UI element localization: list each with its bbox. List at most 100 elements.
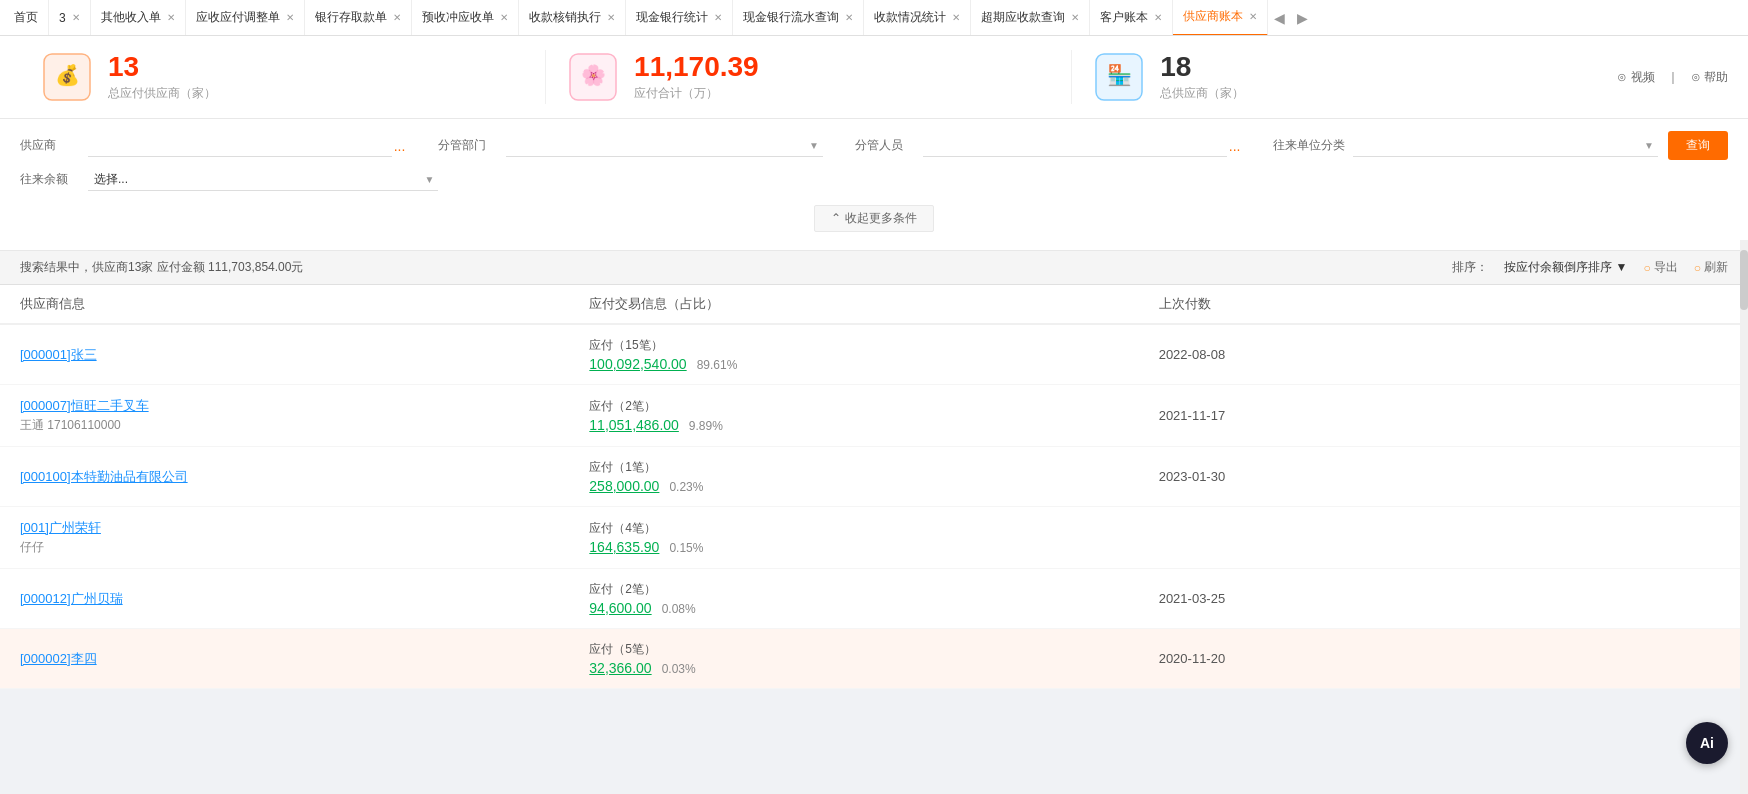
close-icon[interactable]: ✕ — [500, 12, 508, 23]
close-icon[interactable]: ✕ — [1249, 11, 1257, 22]
col-header-tx: 应付交易信息（占比） — [589, 295, 1158, 313]
table-row: [000012]广州贝瑞 应付（2笔） 94,600.00 0.08% 2021… — [0, 569, 1748, 629]
supplier-dots-icon[interactable]: ... — [394, 138, 406, 154]
nav-receipt-stats[interactable]: 收款情况统计 ✕ — [864, 0, 971, 36]
close-icon[interactable]: ✕ — [1071, 12, 1079, 23]
scrollbar-track — [1740, 240, 1748, 689]
last-pay-cell: 2022-08-08 — [1159, 347, 1728, 362]
tx-amount-row: 32,366.00 0.03% — [589, 658, 1158, 676]
supplier-info-cell: [000007]恒旺二手叉车 王通 17106110000 — [20, 397, 589, 434]
ap-supplier-count: 13 — [108, 53, 216, 81]
export-circle-icon: ○ — [1644, 261, 1651, 275]
collapse-btn-row: ⌃ 收起更多条件 — [20, 199, 1728, 238]
close-icon[interactable]: ✕ — [607, 12, 615, 23]
collapse-button[interactable]: ⌃ 收起更多条件 — [814, 205, 934, 232]
nav-cash-bank-flow[interactable]: 现金银行流水查询 ✕ — [733, 0, 864, 36]
col-header-lastpay: 上次付数 — [1159, 295, 1728, 313]
dept-select-wrapper: ▼ — [506, 134, 823, 157]
dept-select[interactable] — [506, 134, 823, 157]
tx-amount[interactable]: 258,000.00 — [589, 478, 659, 494]
table-row: [000002]李四 应付（5笔） 32,366.00 0.03% 2020-1… — [0, 629, 1748, 689]
category-select-wrapper: ▼ — [1353, 134, 1658, 157]
search-button[interactable]: 查询 — [1668, 131, 1728, 160]
ap-total-icon: 🌸 — [566, 50, 620, 104]
tx-info-cell: 应付（2笔） 11,051,486.00 9.89% — [589, 398, 1158, 433]
close-icon[interactable]: ✕ — [167, 12, 175, 23]
person-input[interactable] — [923, 134, 1227, 157]
nav-prepay-offset[interactable]: 预收冲应收单 ✕ — [412, 0, 519, 36]
nav-bank-deposit-label: 银行存取款单 — [315, 9, 387, 26]
close-icon[interactable]: ✕ — [72, 12, 80, 23]
tx-percent: 9.89% — [689, 419, 723, 433]
nav-other-income[interactable]: 其他收入单 ✕ — [91, 0, 186, 36]
tx-label: 应付（15笔） — [589, 337, 1158, 354]
nav-ar-ap-adjust-label: 应收应付调整单 — [196, 9, 280, 26]
supplier-link[interactable]: [000100]本特勤油品有限公司 — [20, 468, 589, 486]
refresh-button[interactable]: ○ 刷新 — [1694, 259, 1728, 276]
supplier-input[interactable] — [88, 134, 392, 157]
tx-amount[interactable]: 94,600.00 — [589, 600, 651, 616]
tx-info-cell: 应付（15笔） 100,092,540.00 89.61% — [589, 337, 1158, 372]
tx-percent: 0.08% — [662, 602, 696, 616]
supplier-link[interactable]: [000012]广州贝瑞 — [20, 590, 589, 608]
supplier-link[interactable]: [001]广州荣轩 — [20, 519, 589, 537]
total-supplier-label: 总供应商（家） — [1160, 85, 1244, 102]
nav-right-arrow[interactable]: ▶ — [1291, 0, 1314, 36]
close-icon[interactable]: ✕ — [393, 12, 401, 23]
supplier-link[interactable]: [000007]恒旺二手叉车 — [20, 397, 589, 415]
close-icon[interactable]: ✕ — [952, 12, 960, 23]
table-header: 供应商信息 应付交易信息（占比） 上次付数 — [0, 285, 1748, 325]
stat-links: ⊙ 视频 ｜ ⊙ 帮助 — [1597, 69, 1728, 86]
last-pay-cell: 2020-11-20 — [1159, 651, 1728, 666]
nav-other-income-label: 其他收入单 — [101, 9, 161, 26]
tx-amount[interactable]: 164,635.90 — [589, 539, 659, 555]
supplier-link[interactable]: [000001]张三 — [20, 346, 589, 364]
table-row: [000100]本特勤油品有限公司 应付（1笔） 258,000.00 0.23… — [0, 447, 1748, 507]
nav-bank-deposit[interactable]: 银行存取款单 ✕ — [305, 0, 412, 36]
nav-customer-ledger[interactable]: 客户账本 ✕ — [1090, 0, 1173, 36]
supplier-info-cell: [001]广州荣轩 仔仔 — [20, 519, 589, 556]
nav-customer-ledger-label: 客户账本 — [1100, 9, 1148, 26]
tx-amount[interactable]: 11,051,486.00 — [589, 417, 679, 433]
tx-info-cell: 应付（2笔） 94,600.00 0.08% — [589, 581, 1158, 616]
nav-home-label: 首页 — [14, 9, 38, 26]
dept-filter-label: 分管部门 — [438, 137, 498, 154]
tx-percent: 0.03% — [662, 662, 696, 676]
nav-left-arrow[interactable]: ◀ — [1268, 0, 1291, 36]
close-icon[interactable]: ✕ — [286, 12, 294, 23]
svg-text:💰: 💰 — [55, 63, 80, 87]
close-icon[interactable]: ✕ — [845, 12, 853, 23]
nav-receipt-verify[interactable]: 收款核销执行 ✕ — [519, 0, 626, 36]
person-dots-icon[interactable]: ... — [1229, 138, 1241, 154]
nav-cash-bank-stats[interactable]: 现金银行统计 ✕ — [626, 0, 733, 36]
close-icon[interactable]: ✕ — [714, 12, 722, 23]
nav-tab-3-label: 3 — [59, 11, 66, 25]
export-button[interactable]: ○ 导出 — [1644, 259, 1678, 276]
nav-overdue-query[interactable]: 超期应收款查询 ✕ — [971, 0, 1090, 36]
sort-value[interactable]: 按应付余额倒序排序 ▼ — [1504, 259, 1627, 276]
nav-ar-ap-adjust[interactable]: 应收应付调整单 ✕ — [186, 0, 305, 36]
tx-info-cell: 应付（5笔） 32,366.00 0.03% — [589, 641, 1158, 676]
ap-supplier-icon: 💰 — [40, 50, 94, 104]
nav-tab-3[interactable]: 3 ✕ — [49, 0, 91, 36]
tx-amount-row: 164,635.90 0.15% — [589, 537, 1158, 555]
supplier-link[interactable]: [000002]李四 — [20, 650, 589, 668]
filter-bar: 供应商 ... 分管部门 ▼ 分管人员 ... 往来单位分类 — [0, 119, 1748, 251]
nav-supplier-ledger[interactable]: 供应商账本 ✕ — [1173, 0, 1268, 36]
tx-percent: 0.23% — [669, 480, 703, 494]
category-select[interactable] — [1353, 134, 1658, 157]
balance-select-wrapper: 选择... ▼ — [88, 168, 438, 191]
help-link[interactable]: ⊙ 帮助 — [1691, 69, 1728, 86]
supplier-info-cell: [000002]李四 — [20, 650, 589, 668]
tx-amount[interactable]: 32,366.00 — [589, 660, 651, 676]
supplier-info-cell: [000100]本特勤油品有限公司 — [20, 468, 589, 486]
tx-label: 应付（1笔） — [589, 459, 1158, 476]
tx-amount[interactable]: 100,092,540.00 — [589, 356, 686, 372]
tx-info-cell: 应付（1笔） 258,000.00 0.23% — [589, 459, 1158, 494]
video-link[interactable]: ⊙ 视频 — [1617, 69, 1654, 86]
close-icon[interactable]: ✕ — [1154, 12, 1162, 23]
nav-home[interactable]: 首页 — [4, 0, 49, 36]
filter-category: 往来单位分类 ▼ — [1273, 134, 1658, 157]
scrollbar-thumb[interactable] — [1740, 250, 1748, 310]
balance-select[interactable]: 选择... — [88, 168, 438, 191]
